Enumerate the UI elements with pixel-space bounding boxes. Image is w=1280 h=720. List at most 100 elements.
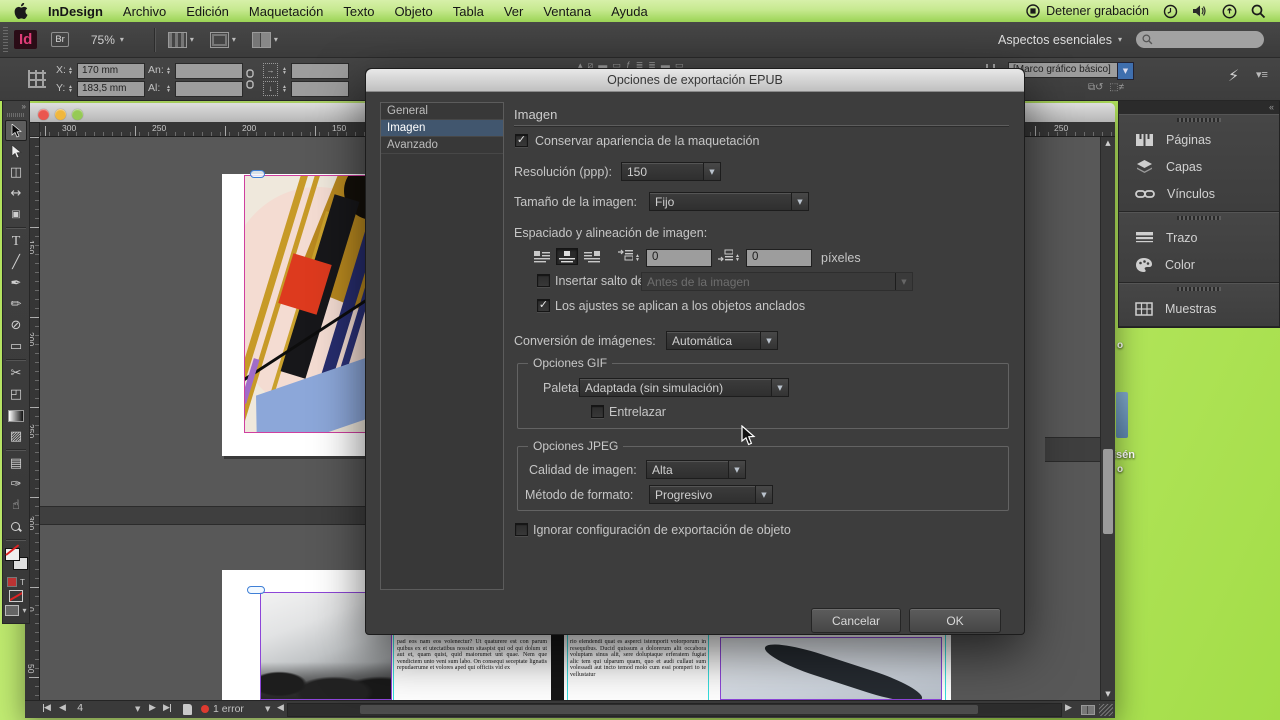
menu-ventana[interactable]: Ventana (543, 4, 591, 19)
gap-tool[interactable]: ↔ (5, 183, 27, 204)
menu-archivo[interactable]: Archivo (123, 4, 166, 19)
scale-y-field[interactable] (291, 81, 349, 97)
zoom-window-button[interactable] (72, 109, 83, 120)
last-page-button[interactable]: ▶ (163, 703, 171, 713)
scroll-up-arrow[interactable]: ▲ (1101, 139, 1115, 147)
panel-group-grip[interactable] (1177, 287, 1221, 291)
apple-menu[interactable] (14, 3, 28, 19)
tab-avanzado[interactable]: Avanzado (381, 137, 503, 154)
menu-ver[interactable]: Ver (504, 4, 524, 19)
frame-link-badge[interactable] (247, 586, 265, 594)
quick-apply-lightning-icon[interactable]: ⚡ (1228, 66, 1239, 86)
free-transform-tool[interactable]: ◰ (5, 384, 27, 405)
ellipse-frame-tool[interactable]: ⊘ (5, 315, 27, 336)
screen-mode-menu-button[interactable]: ▾ (209, 31, 236, 48)
reference-point-grid[interactable] (28, 70, 46, 88)
volume-menu-icon[interactable] (1192, 4, 1208, 18)
tab-general[interactable]: General (381, 103, 503, 120)
pen-tool[interactable]: ✒ (5, 273, 27, 294)
object-style-dropdown[interactable]: [Marco gráfico básico] (1008, 62, 1126, 78)
gradient-feather-tool[interactable]: ▨ (5, 426, 27, 447)
menu-edicion[interactable]: Edición (186, 4, 229, 19)
note-tool[interactable]: ▤ (5, 453, 27, 474)
direct-selection-tool[interactable] (5, 141, 27, 162)
stop-recording-item[interactable]: Detener grabación (1026, 4, 1149, 18)
scale-x-stepper[interactable]: ▲ ▼ (280, 63, 289, 78)
page-tool[interactable]: ◫ (5, 162, 27, 183)
preflight-status[interactable]: 1 error (201, 703, 244, 715)
control-panel-menu-icon[interactable]: ▾≡ (1256, 68, 1268, 81)
desktop-icon-label[interactable]: o (1117, 340, 1123, 351)
align-center-button[interactable] (556, 248, 578, 265)
panel-button-paginas[interactable]: Páginas (1119, 126, 1279, 153)
rectangle-tool[interactable]: ▭ (5, 336, 27, 357)
image-conversion-dropdown[interactable]: Automática ▼ (666, 331, 778, 350)
fill-stroke-swatches[interactable] (5, 543, 28, 575)
tab-imagen[interactable]: Imagen (381, 120, 503, 137)
desktop-file-icon[interactable] (1116, 392, 1128, 438)
page-number-field[interactable]: 4 (77, 703, 83, 714)
resolution-dropdown[interactable]: 150 ▼ (621, 162, 721, 181)
anchored-objects-checkbox[interactable]: ✓ (537, 299, 550, 312)
align-left-button[interactable] (531, 248, 553, 265)
panel-button-muestras[interactable]: Muestras (1119, 295, 1279, 322)
space-after-stepper[interactable]: ▲ ▼ (733, 249, 742, 267)
selection-tool[interactable] (5, 120, 27, 141)
line-tool[interactable]: ╱ (5, 252, 27, 273)
x-value-field[interactable]: 170 mm (77, 63, 145, 79)
zoom-tool[interactable] (5, 516, 27, 537)
frame-link-badge[interactable] (250, 170, 265, 178)
body-text-column[interactable]: pad eos nam eos volenectur? Ut quaturere… (397, 639, 547, 699)
width-value-field[interactable] (175, 63, 243, 79)
minimize-window-button[interactable] (55, 109, 66, 120)
height-stepper[interactable]: ▲ ▼ (164, 81, 173, 96)
scale-x-field[interactable] (291, 63, 349, 79)
scroll-left-arrow[interactable]: ◀ (277, 703, 284, 713)
fill-swatch[interactable] (5, 543, 20, 561)
image-size-dropdown[interactable]: Fijo ▼ (649, 192, 809, 211)
document-page-upper[interactable] (222, 174, 386, 456)
horizontal-scrollbar[interactable] (287, 703, 1062, 717)
format-method-dropdown[interactable]: Progresivo ▼ (649, 485, 773, 504)
spotlight-search-icon[interactable] (1251, 4, 1266, 19)
bridge-button[interactable]: Br (51, 32, 69, 47)
arrange-documents-button[interactable]: ▾ (251, 31, 278, 48)
menu-objeto[interactable]: Objeto (394, 4, 432, 19)
preflight-menu-chevron-icon[interactable]: ▼ (265, 705, 270, 713)
style-dropdown-button[interactable]: ▼ (1117, 62, 1134, 80)
screen-mode-button[interactable]: ▾ (5, 603, 27, 617)
apply-none-button[interactable] (9, 589, 23, 603)
vertical-scrollbar[interactable]: ▲ ▼ (1100, 137, 1115, 700)
scroll-right-arrow[interactable]: ▶ (1065, 703, 1072, 713)
type-tool[interactable]: T (5, 231, 27, 252)
body-text-column[interactable]: rio elendendi quat es asperci istemporit… (570, 639, 706, 699)
panel-button-capas[interactable]: Capas (1119, 153, 1279, 180)
constrain-proportions-icon[interactable] (244, 69, 256, 89)
interlace-checkbox[interactable] (591, 405, 604, 418)
menu-tabla[interactable]: Tabla (453, 4, 484, 19)
vertical-scrollbar-thumb[interactable] (1103, 449, 1113, 534)
clock-menu-icon[interactable] (1163, 4, 1178, 19)
x-stepper[interactable]: ▲ ▼ (66, 63, 75, 78)
preflight-icon[interactable] (183, 704, 192, 718)
gradient-tool[interactable] (5, 405, 27, 426)
pencil-tool[interactable]: ✏ (5, 294, 27, 315)
menu-ayuda[interactable]: Ayuda (611, 4, 648, 19)
scale-y-stepper[interactable]: ▲ ▼ (280, 81, 289, 96)
grayscale-photo-frame[interactable] (720, 637, 942, 700)
scroll-down-arrow[interactable]: ▼ (1101, 690, 1115, 698)
palette-dropdown[interactable]: Adaptada (sin simulación) ▼ (579, 378, 789, 397)
toolbar-expand-icon[interactable]: » (3, 101, 29, 111)
dialog-titlebar[interactable]: Opciones de exportación EPUB (366, 69, 1024, 92)
space-after-field[interactable]: 0 (746, 249, 812, 267)
eyedropper-tool[interactable]: ✑ (5, 474, 27, 495)
panel-button-vinculos[interactable]: Vínculos (1119, 180, 1279, 207)
panel-button-color[interactable]: Color (1119, 251, 1279, 278)
desktop-icon-label[interactable]: isén (1113, 449, 1135, 461)
search-input[interactable] (1136, 31, 1264, 48)
image-quality-dropdown[interactable]: Alta ▼ (646, 460, 746, 479)
page-menu-chevron-icon[interactable]: ▼ (135, 705, 140, 713)
toolbar-grip[interactable] (7, 113, 25, 117)
first-page-button[interactable]: ◀ (43, 703, 51, 713)
scissors-tool[interactable]: ✂ (5, 363, 27, 384)
